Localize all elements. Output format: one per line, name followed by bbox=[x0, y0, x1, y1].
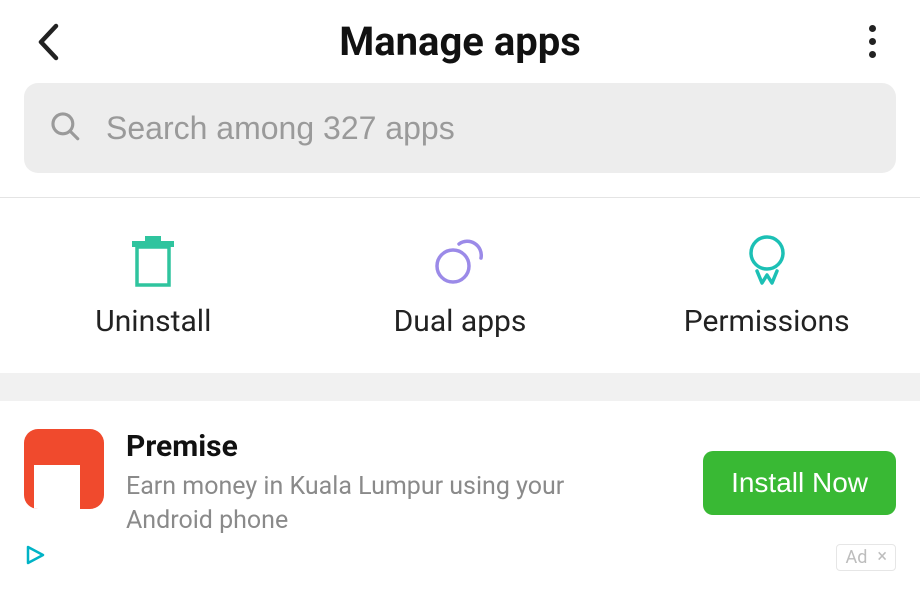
ad-text: Premise Earn money in Kuala Lumpur using… bbox=[126, 429, 681, 538]
trash-icon bbox=[128, 234, 178, 288]
ad-footer: Ad × bbox=[0, 538, 920, 571]
uninstall-button[interactable]: Uninstall bbox=[3, 234, 303, 339]
adchoices-icon bbox=[24, 544, 46, 566]
ad-card[interactable]: Premise Earn money in Kuala Lumpur using… bbox=[0, 401, 920, 538]
search-input[interactable] bbox=[106, 110, 872, 147]
more-vert-icon bbox=[869, 25, 876, 32]
permissions-label: Permissions bbox=[684, 304, 850, 339]
adchoices-button[interactable] bbox=[24, 544, 46, 570]
actions-row: Uninstall Dual apps Permissions bbox=[0, 198, 920, 373]
back-button[interactable] bbox=[28, 22, 68, 62]
search-wrap bbox=[0, 83, 920, 197]
section-gap bbox=[0, 373, 920, 401]
header: Manage apps bbox=[0, 0, 920, 83]
ad-subtitle: Earn money in Kuala Lumpur using your An… bbox=[126, 470, 606, 538]
more-options-button[interactable] bbox=[852, 22, 892, 62]
ad-badge-label: Ad bbox=[845, 547, 867, 568]
search-icon bbox=[48, 109, 82, 147]
permissions-icon bbox=[742, 234, 792, 288]
ad-badge[interactable]: Ad × bbox=[836, 544, 896, 571]
chevron-left-icon bbox=[37, 23, 59, 61]
permissions-button[interactable]: Permissions bbox=[617, 234, 917, 339]
close-icon: × bbox=[877, 548, 887, 566]
uninstall-label: Uninstall bbox=[95, 304, 211, 339]
page-title: Manage apps bbox=[68, 18, 852, 65]
ad-title: Premise bbox=[126, 429, 681, 464]
dual-apps-icon bbox=[431, 234, 489, 288]
install-now-button[interactable]: Install Now bbox=[703, 451, 896, 515]
ad-app-icon bbox=[24, 429, 104, 509]
dual-apps-label: Dual apps bbox=[394, 304, 527, 339]
dual-apps-button[interactable]: Dual apps bbox=[310, 234, 610, 339]
search-bar[interactable] bbox=[24, 83, 896, 173]
